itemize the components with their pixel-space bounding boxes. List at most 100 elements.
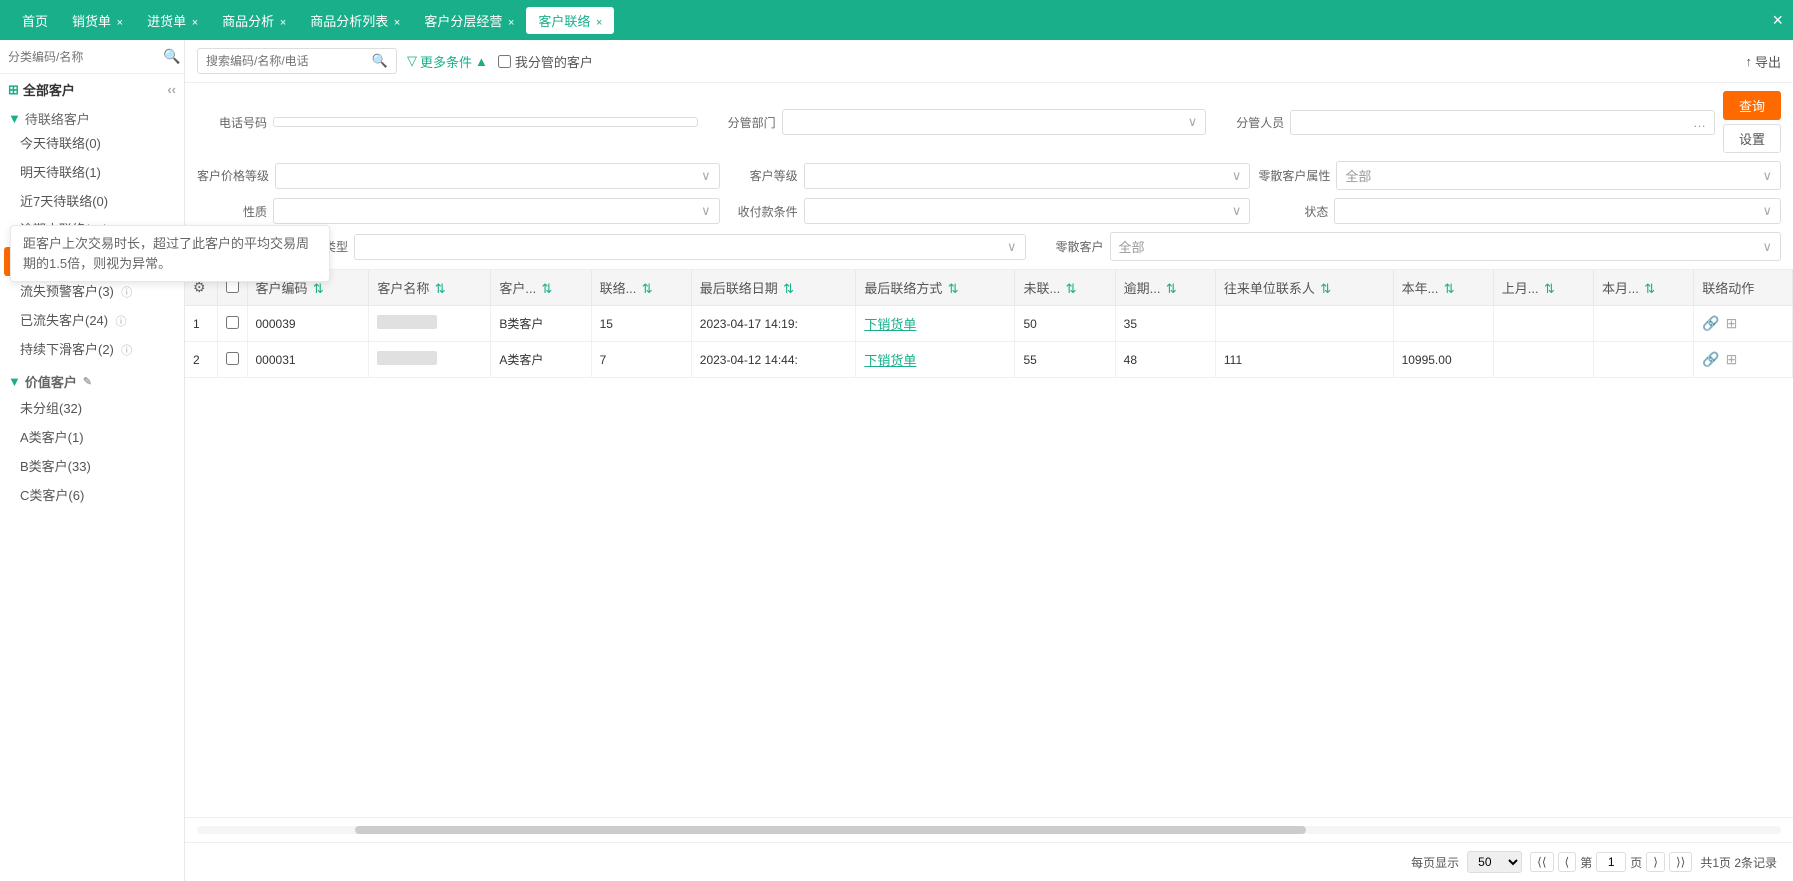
sidebar-item-churned[interactable]: 已流失客户(24) ⓘ [0, 307, 184, 336]
info-icon-2: ⓘ [121, 287, 132, 299]
more-conditions-toggle[interactable]: ▽ 更多条件 ▲ [407, 52, 488, 71]
sort-icon-unit: ⇅ [1320, 281, 1331, 296]
column-this-year[interactable]: 本年... ⇅ [1393, 270, 1493, 306]
export-button[interactable]: ↑ 导出 [1745, 52, 1781, 71]
cell-overdue-2: 48 [1115, 342, 1215, 378]
sort-icon-last-month: ⇅ [1544, 281, 1555, 296]
filter-phone-input[interactable] [273, 117, 698, 127]
nav-close-purchase[interactable]: × [192, 17, 198, 29]
main-search-input[interactable] [206, 54, 372, 68]
filter-department: 分管部门 ∨ [706, 109, 1207, 135]
sort-icon-overdue: ⇅ [1166, 281, 1177, 296]
filter-custlevel-label: 客户等级 [728, 167, 798, 184]
nav-item-purchase[interactable]: 进货单 × [135, 7, 210, 34]
edit-icon[interactable]: ✎ [83, 375, 92, 388]
column-contact[interactable]: 联络... ⇅ [591, 270, 691, 306]
filter-custtype-select[interactable]: ∨ [354, 234, 1026, 260]
column-last-contact-date[interactable]: 最后联络日期 ⇅ [691, 270, 856, 306]
nav-item-customer-contact[interactable]: 客户联络 × [526, 7, 614, 34]
column-customer-name[interactable]: 客户名称 ⇅ [369, 270, 491, 306]
my-customers-check[interactable] [498, 55, 511, 68]
filter-retail-cust-select[interactable]: 全部 ∨ [1110, 232, 1782, 261]
filter-retail-select[interactable]: 全部 ∨ [1336, 161, 1781, 190]
link-action-icon-1[interactable]: 🔗 [1702, 315, 1719, 332]
nav-item-product-analysis[interactable]: 商品分析 × [210, 7, 298, 34]
cell-method-1[interactable]: 下销货单 [856, 306, 1015, 342]
row-checkbox-1[interactable] [226, 316, 239, 329]
nav-close-customer-tier[interactable]: × [508, 17, 514, 29]
nav-close-product-analysis[interactable]: × [280, 17, 286, 29]
my-customers-checkbox[interactable]: 我分管的客户 [498, 52, 593, 71]
filter-row-3: 性质 ∨ 收付款条件 ∨ 状态 [197, 198, 1781, 224]
column-last-contact-method[interactable]: 最后联络方式 ⇅ [856, 270, 1015, 306]
window-close-button[interactable]: × [1773, 10, 1784, 31]
last-page-button[interactable]: ⟩⟩ [1669, 852, 1692, 872]
sidebar-item-declining[interactable]: 持续下滑客户(2) ⓘ [0, 336, 184, 365]
filter-gender-select[interactable]: ∨ [273, 198, 720, 224]
page-number-input[interactable] [1596, 852, 1626, 872]
nav-item-sales[interactable]: 销货单 × [60, 7, 135, 34]
column-this-month[interactable]: 本月... ⇅ [1594, 270, 1694, 306]
nav-item-product-list[interactable]: 商品分析列表 × [298, 7, 412, 34]
cell-method-2[interactable]: 下销货单 [856, 342, 1015, 378]
filter-payment-label: 收付款条件 [728, 203, 798, 220]
nav-item-customer-tier[interactable]: 客户分层经营 × [412, 7, 526, 34]
cell-checkbox-2[interactable] [217, 342, 247, 378]
first-page-button[interactable]: ⟨⟨ [1530, 852, 1553, 872]
horizontal-scroll-area[interactable] [185, 817, 1793, 842]
sidebar-item-b-class[interactable]: B类客户(33) [0, 453, 184, 482]
scroll-thumb[interactable] [355, 826, 1305, 834]
cell-action-1: 🔗 ⊞ [1694, 306, 1793, 342]
tooltip-repurchase-info: 距客户上次交易时长，超过了此客户的平均交易周期的1.5倍，则视为异常。 [10, 225, 330, 282]
sort-icon-not-contacted: ⇅ [1066, 281, 1077, 296]
link-action-icon-2[interactable]: 🔗 [1702, 351, 1719, 368]
query-button[interactable]: 查询 [1723, 91, 1781, 120]
sidebar-all-customers[interactable]: ⊞ 全部客户 ‹‹ [0, 74, 184, 105]
column-unit-contact[interactable]: 往来单位联系人 ⇅ [1215, 270, 1393, 306]
apps-action-icon-1[interactable]: ⊞ [1726, 315, 1738, 332]
filter-price-select[interactable]: ∨ [275, 163, 720, 189]
filter-row-1: 电话号码 分管部门 ∨ 分管人员 … [197, 91, 1781, 153]
nav-close-sales[interactable]: × [117, 17, 123, 29]
cell-overdue-1: 35 [1115, 306, 1215, 342]
table-footer: 每页显示 50 100 200 ⟨⟨ ⟨ 第 页 ⟩ ⟩⟩ 共1页 2条记录 [185, 842, 1793, 881]
row-checkbox-2[interactable] [226, 352, 239, 365]
column-overdue[interactable]: 逾期... ⇅ [1115, 270, 1215, 306]
nav-close-product-list[interactable]: × [394, 17, 400, 29]
sidebar-group-pending-contact[interactable]: ▼ 待联络客户 [0, 105, 184, 130]
sidebar-item-ungrouped[interactable]: 未分组(32) [0, 395, 184, 424]
sidebar-item-churn-warning[interactable]: 流失预警客户(3) ⓘ [0, 278, 184, 307]
cell-checkbox-1[interactable] [217, 306, 247, 342]
cell-this-year-1 [1393, 306, 1493, 342]
cell-this-year-2: 10995.00 [1393, 342, 1493, 378]
settings-button[interactable]: 设置 [1723, 124, 1781, 153]
filter-custlevel-select[interactable]: ∨ [804, 163, 1251, 189]
filter-payment-select[interactable]: ∨ [804, 198, 1251, 224]
sidebar-item-today-pending[interactable]: 今天待联络(0) [0, 130, 184, 159]
column-customer-type[interactable]: 客户... ⇅ [491, 270, 591, 306]
nav-item-home[interactable]: 首页 [10, 7, 60, 34]
main-search-icon: 🔍 [372, 53, 388, 69]
column-not-contacted[interactable]: 未联... ⇅ [1015, 270, 1115, 306]
column-last-month[interactable]: 上月... ⇅ [1493, 270, 1593, 306]
sidebar-item-week-pending[interactable]: 近7天待联络(0) [0, 188, 184, 217]
sidebar-collapse-icon[interactable]: ‹‹ [167, 82, 176, 97]
cell-action-2: 🔗 ⊞ [1694, 342, 1793, 378]
nav-close-customer-contact[interactable]: × [596, 17, 602, 29]
sidebar-item-tomorrow-pending[interactable]: 明天待联络(1) [0, 159, 184, 188]
sidebar-search-input[interactable] [8, 50, 163, 64]
page-label: 第 [1580, 854, 1592, 871]
next-page-button[interactable]: ⟩ [1646, 852, 1665, 872]
apps-action-icon-2[interactable]: ⊞ [1726, 351, 1738, 368]
filter-manager-input[interactable]: … [1290, 110, 1715, 135]
filter-dept-select[interactable]: ∨ [782, 109, 1207, 135]
sidebar-item-c-class[interactable]: C类客户(6) [0, 482, 184, 511]
sidebar: 🔍 ⊞ 全部客户 ‹‹ ▼ 待联络客户 今天待联络(0) 明天待联络(1) 近7… [0, 40, 185, 881]
sidebar-value-group-title[interactable]: ▼ 价值客户 ✎ [0, 368, 184, 395]
prev-page-button[interactable]: ⟨ [1558, 852, 1577, 872]
sidebar-item-a-class[interactable]: A类客户(1) [0, 424, 184, 453]
filter-status-select[interactable]: ∨ [1334, 198, 1781, 224]
cell-name-2 [369, 342, 491, 378]
scroll-track[interactable] [197, 826, 1781, 834]
per-page-select[interactable]: 50 100 200 [1467, 851, 1522, 873]
